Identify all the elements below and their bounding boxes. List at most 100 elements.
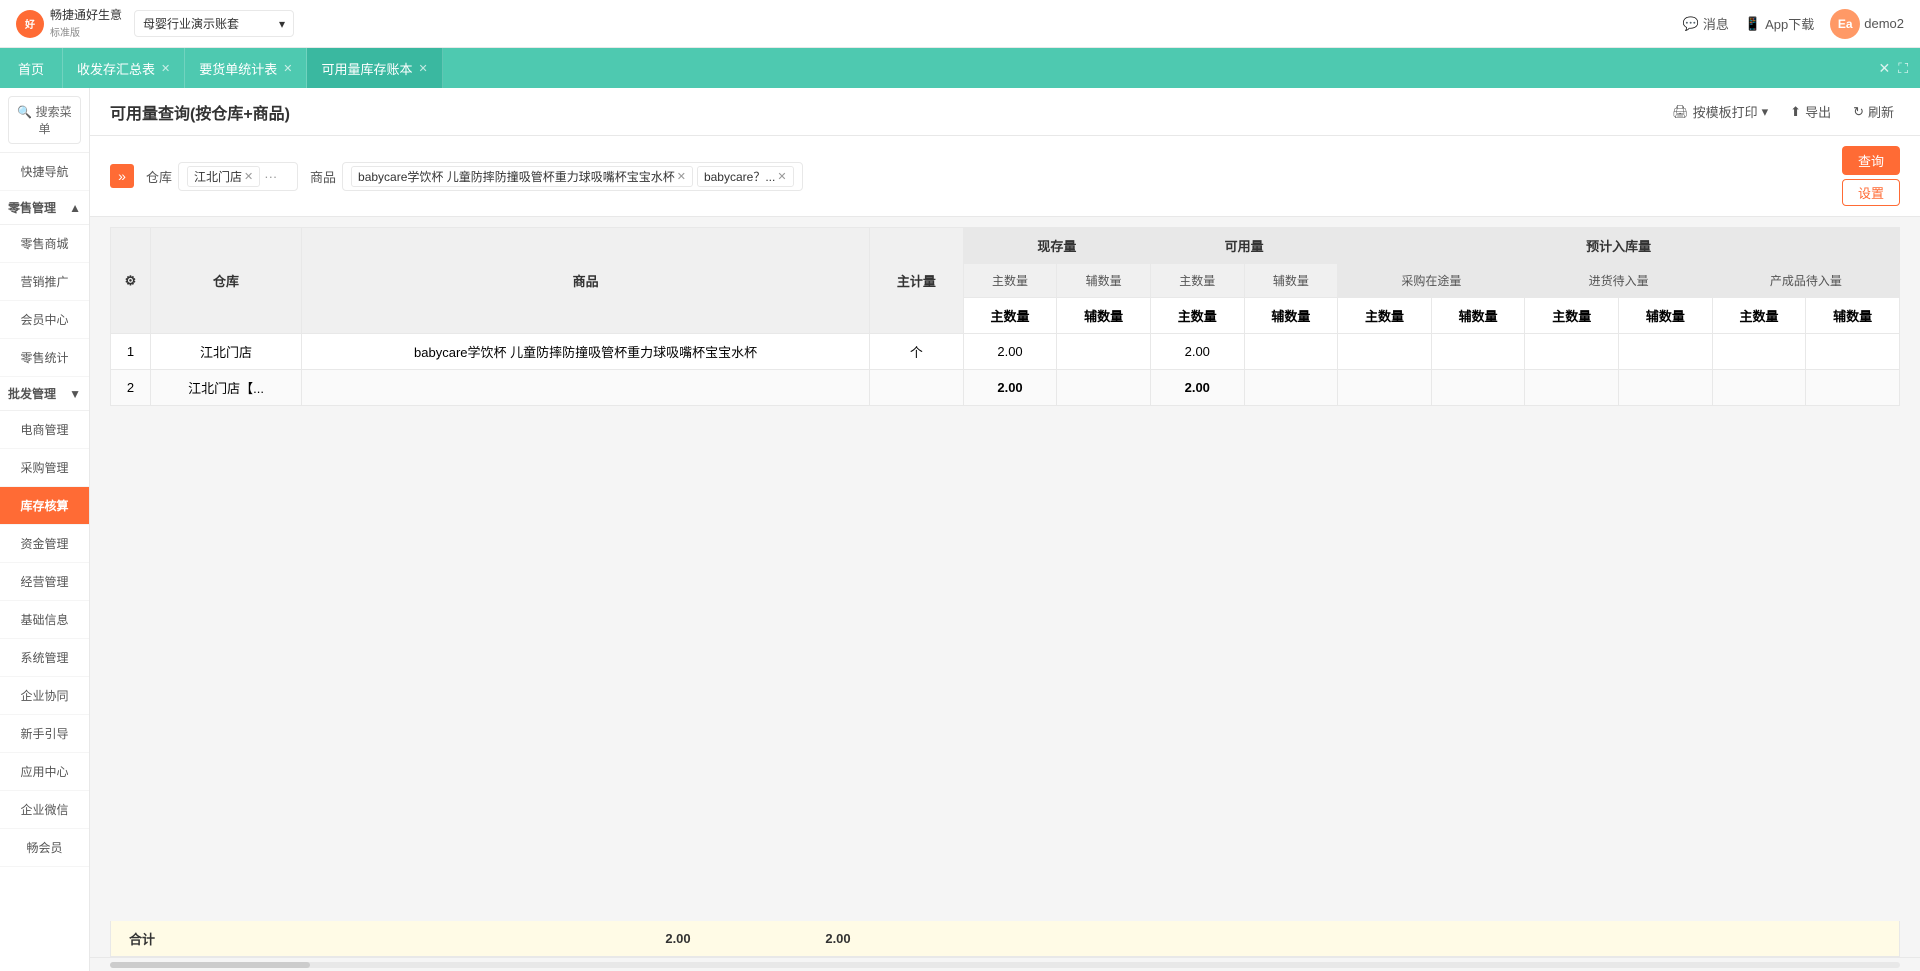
row1-incoming-aux (1619, 334, 1713, 370)
sidebar-item-ecommerce[interactable]: 电商管理 (0, 411, 89, 449)
user-area[interactable]: Ea demo2 (1830, 9, 1904, 39)
sidebar-item-retail-mgmt[interactable]: 零售管理 ▲ (0, 191, 89, 225)
logo-text-block: 畅捷通好生意 标准版 (50, 8, 122, 39)
row2-purchase-main (1338, 370, 1432, 406)
th-settings[interactable]: ⚙ (111, 228, 151, 334)
logo-text: 畅捷通好生意 (50, 8, 122, 24)
row1-unit: 个 (870, 334, 964, 370)
tab-order-stats[interactable]: 要货单统计表 ✕ (185, 48, 307, 88)
row1-product-aux (1806, 334, 1900, 370)
filter-expand-btn[interactable]: » (110, 164, 134, 188)
footer-avail-main: 2.00 (798, 931, 878, 946)
warehouse-filter-tags[interactable]: 江北门店 ✕ ··· (178, 162, 298, 191)
row2-product-main (1712, 370, 1806, 406)
row2-warehouse: 江北门店【... (151, 370, 302, 406)
row2-stock-main: 2.00 (963, 370, 1057, 406)
export-icon: ⬆ (1790, 104, 1801, 120)
product-filter-tags[interactable]: babycare学饮杯 儿童防摔防撞吸管杯重力球吸嘴杯宝宝水杯 ✕ babyca… (342, 162, 803, 191)
product-tag-1-close-icon[interactable]: ✕ (677, 170, 686, 183)
app-download-btn[interactable]: 📱 App下载 (1745, 14, 1814, 33)
warehouse-filter-group: 仓库 江北门店 ✕ ··· (146, 162, 298, 191)
nav-tabs-bar: 首页 收发存汇总表 ✕ 要货单统计表 ✕ 可用量库存账本 ✕ ✕ ⛶ (0, 48, 1920, 88)
th-warehouse: 仓库 (151, 228, 302, 334)
th-available-group: 可用量 (1150, 228, 1337, 264)
arrow-up-icon: ▲ (69, 201, 81, 215)
th-avail-main-2: 主数量 (1150, 298, 1244, 334)
footer-stock-main: 2.00 (638, 931, 718, 946)
print-btn[interactable]: 🖨 按模板打印 ▾ (1666, 98, 1774, 125)
sidebar-item-inventory-check[interactable]: 库存核算 (0, 487, 89, 525)
table-footer: 合计 2.00 2.00 (110, 921, 1900, 957)
row2-incoming-aux (1619, 370, 1713, 406)
th-purchase-main: 主数量 (1338, 298, 1432, 334)
th-unit: 主计量 (870, 228, 964, 334)
warehouse-tag-text: 江北门店 (194, 168, 242, 185)
tab-available-inventory[interactable]: 可用量库存账本 ✕ (307, 48, 442, 88)
sidebar-item-operations[interactable]: 经营管理 (0, 563, 89, 601)
sidebar-item-purchase-mgmt[interactable]: 采购管理 (0, 449, 89, 487)
row2-stock-aux (1057, 370, 1151, 406)
sidebar-item-member-center[interactable]: 会员中心 (0, 301, 89, 339)
sidebar-item-enterprise-wechat[interactable]: 企业微信 (0, 791, 89, 829)
product-tag-2-close-icon[interactable]: ✕ (777, 170, 786, 183)
warehouse-tag: 江北门店 ✕ (187, 166, 260, 187)
logo-sub: 标准版 (50, 24, 122, 39)
sidebar-item-enterprise-collab[interactable]: 企业协同 (0, 677, 89, 715)
th-purchase-onway-group: 采购在途量 (1338, 264, 1525, 298)
sidebar-item-app-center[interactable]: 应用中心 (0, 753, 89, 791)
footer-label: 合计 (121, 929, 278, 948)
tab-receive-summary[interactable]: 收发存汇总表 ✕ (63, 48, 185, 88)
row1-stock-main: 2.00 (963, 334, 1057, 370)
scroll-thumb[interactable] (110, 962, 310, 968)
row2-purchase-aux (1431, 370, 1525, 406)
row1-purchase-main (1338, 334, 1432, 370)
warehouse-tag-close-icon[interactable]: ✕ (244, 170, 253, 183)
tab-home[interactable]: 首页 (0, 48, 63, 88)
setting-btn[interactable]: 设置 (1842, 179, 1900, 206)
sidebar-item-marketing[interactable]: 营销推广 (0, 263, 89, 301)
app-download-label: App下载 (1765, 14, 1814, 33)
row1-avail-aux (1244, 334, 1338, 370)
product-filter-group: 商品 babycare学饮杯 儿童防摔防撞吸管杯重力球吸嘴杯宝宝水杯 ✕ bab… (310, 162, 803, 191)
search-menu-btn[interactable]: 🔍 搜索菜单 (8, 96, 81, 144)
phone-icon: 📱 (1745, 16, 1761, 32)
table-area: ⚙ 仓库 商品 主计量 现存量 可用量 预计入库量 主数量 辅数量 主数量 辅数… (90, 217, 1920, 921)
sidebar-item-retail-stats[interactable]: 零售统计 (0, 339, 89, 377)
row2-product-aux (1806, 370, 1900, 406)
top-bar-right: 💬 消息 📱 App下载 Ea demo2 (1683, 9, 1904, 39)
sidebar-item-quick-nav[interactable]: 快捷导航 (0, 153, 89, 191)
tenant-selector[interactable]: 母婴行业演示账套 ▾ (134, 10, 294, 37)
refresh-btn[interactable]: ↻ 刷新 (1847, 98, 1900, 125)
th-stock-group: 现存量 (963, 228, 1150, 264)
tab-order-close-icon[interactable]: ✕ (283, 62, 292, 75)
sidebar-item-retail-mall[interactable]: 零售商城 (0, 225, 89, 263)
table-row: 2 江北门店【... 2.00 2.00 (111, 370, 1900, 406)
tab-receive-close-icon[interactable]: ✕ (161, 62, 170, 75)
query-btn[interactable]: 查询 (1842, 146, 1900, 175)
th-product: 商品 (302, 228, 870, 334)
tab-order-stats-label: 要货单统计表 (199, 59, 277, 78)
row1-purchase-aux (1431, 334, 1525, 370)
row1-incoming-main (1525, 334, 1619, 370)
maximize-icon[interactable]: ⛶ (1898, 60, 1908, 77)
row1-avail-main: 2.00 (1150, 334, 1244, 370)
sidebar-item-finance[interactable]: 资金管理 (0, 525, 89, 563)
th-expected-group: 预计入库量 (1338, 228, 1900, 264)
scroll-track[interactable] (110, 962, 1900, 968)
content-area: 可用量查询(按仓库+商品) 🖨 按模板打印 ▾ ⬆ 导出 ↻ 刷新 » (90, 88, 1920, 971)
tab-available-close-icon[interactable]: ✕ (419, 62, 428, 75)
top-bar: 好 畅捷通好生意 标准版 母婴行业演示账套 ▾ 💬 消息 📱 App下载 Ea … (0, 0, 1920, 48)
sidebar-item-basic-info[interactable]: 基础信息 (0, 601, 89, 639)
sidebar-item-new-guide[interactable]: 新手引导 (0, 715, 89, 753)
export-btn[interactable]: ⬆ 导出 (1784, 98, 1837, 125)
message-btn[interactable]: 💬 消息 (1683, 14, 1729, 33)
sidebar-item-wholesale-mgmt[interactable]: 批发管理 ▼ (0, 377, 89, 411)
table-row: 1 江北门店 babycare学饮杯 儿童防摔防撞吸管杯重力球吸嘴杯宝宝水杯 个… (111, 334, 1900, 370)
close-window-icon[interactable]: ✕ (1878, 60, 1890, 77)
logo-area: 好 畅捷通好生意 标准版 (16, 8, 122, 39)
sidebar-item-chang-member[interactable]: 畅会员 (0, 829, 89, 867)
tenant-name: 母婴行业演示账套 (143, 15, 239, 32)
sidebar-item-system-mgmt[interactable]: 系统管理 (0, 639, 89, 677)
message-label: 消息 (1703, 14, 1729, 33)
warehouse-filter-more[interactable]: ··· (264, 169, 277, 184)
